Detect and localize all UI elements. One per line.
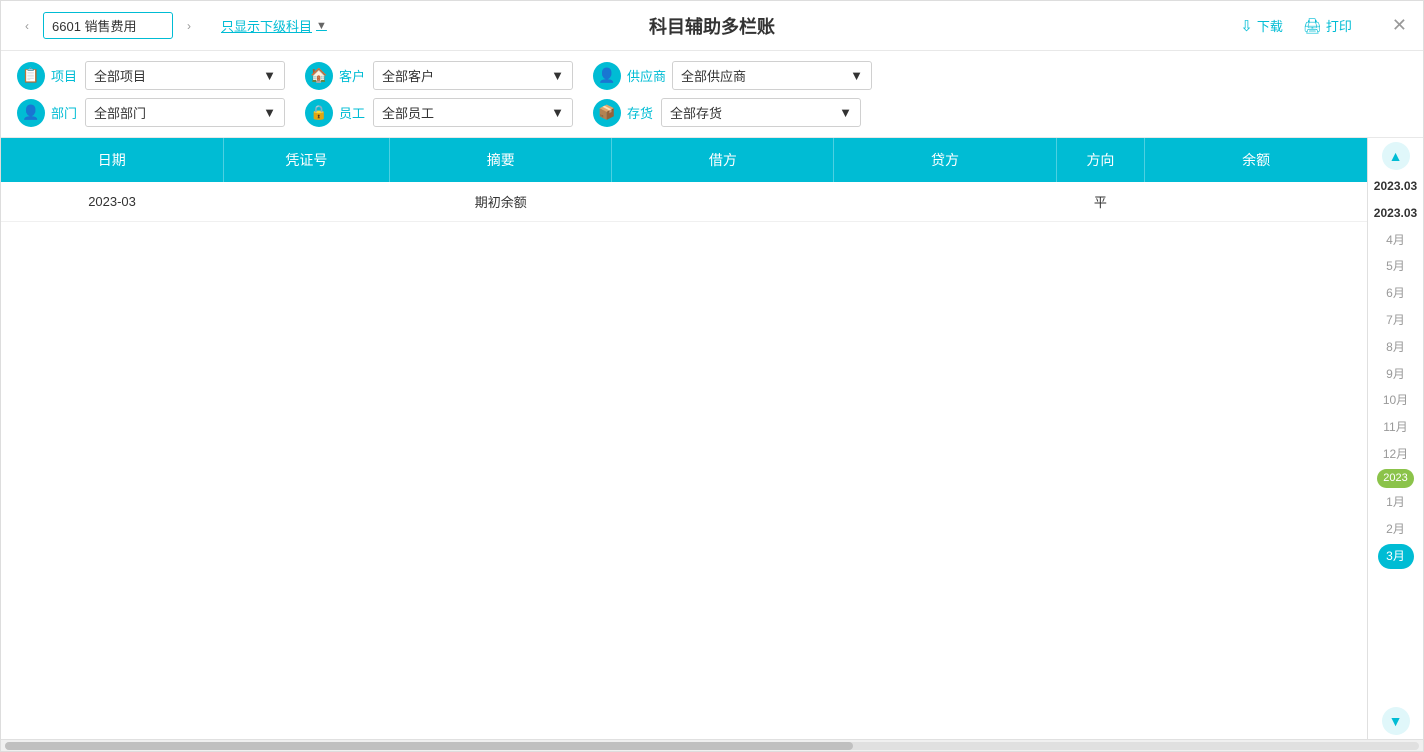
project-select[interactable]: 全部项目 ▼ [85,61,285,90]
supplier-select[interactable]: 全部供应商 ▼ [672,61,872,90]
employee-select-arrow: ▼ [551,105,564,120]
show-sub-filter[interactable]: 只显示下级科目 ▼ [221,16,327,35]
inventory-select-arrow: ▼ [839,105,852,120]
ledger-table: 日期 凭证号 摘要 借方 贷方 方向 余额 2023-03 期初余额 平 [1,138,1367,222]
filter-department: 👤 部门 全部部门 ▼ [17,98,285,127]
customer-icon: 🏠 [305,62,333,90]
table-main: 日期 凭证号 摘要 借方 贷方 方向 余额 2023-03 期初余额 平 [1,138,1367,739]
department-icon: 👤 [17,99,45,127]
timeline-month[interactable]: 7月 [1368,308,1423,333]
timeline-active-month[interactable]: 3月 [1378,544,1414,569]
filter-supplier: 👤 供应商 全部供应商 ▼ [593,61,872,90]
project-label: 项目 [51,66,79,85]
timeline-selected-period[interactable]: 2023.03 [1368,174,1423,199]
department-select[interactable]: 全部部门 ▼ [85,98,285,127]
scroll-track [5,742,1419,750]
inventory-icon: 📦 [593,99,621,127]
account-nav: ‹ 6601 销售费用 › 只显示下级科目 ▼ [17,12,327,39]
main-window: ‹ 6601 销售费用 › 只显示下级科目 ▼ 科目辅助多栏账 ⇩ 下载 🖨 打… [0,0,1424,752]
timeline-month[interactable]: 9月 [1368,362,1423,387]
project-icon: 📋 [17,62,45,90]
cell-voucher [223,182,390,222]
supplier-label: 供应商 [627,66,666,85]
department-select-arrow: ▼ [263,105,276,120]
cell-balance [1145,182,1367,222]
table-area: 日期 凭证号 摘要 借方 贷方 方向 余额 2023-03 期初余额 平 [1,138,1423,739]
timeline-down-arrow[interactable]: ▼ [1382,707,1410,735]
supplier-icon: 👤 [593,62,621,90]
col-date: 日期 [1,138,223,182]
customer-select[interactable]: 全部客户 ▼ [373,61,573,90]
next-account-arrow[interactable]: › [179,16,199,36]
filter-customer: 🏠 客户 全部客户 ▼ [305,61,573,90]
top-bar: ‹ 6601 销售费用 › 只显示下级科目 ▼ 科目辅助多栏账 ⇩ 下载 🖨 打… [1,1,1423,51]
filter-employee: 🔒 员工 全部员工 ▼ [305,98,573,127]
scroll-thumb [5,742,853,750]
col-direction: 方向 [1056,138,1145,182]
account-name-field[interactable]: 6601 销售费用 [43,12,173,39]
col-credit: 贷方 [834,138,1056,182]
inventory-label: 存货 [627,103,655,122]
cell-credit [834,182,1056,222]
customer-select-arrow: ▼ [551,68,564,83]
page-title: 科目辅助多栏账 [649,13,775,39]
timeline-selected-period[interactable]: 2023.03 [1368,201,1423,226]
col-debit: 借方 [612,138,834,182]
timeline-month[interactable]: 1月 [1368,490,1423,515]
filter-row-2: 👤 部门 全部部门 ▼ 🔒 员工 全部员工 ▼ 📦 存货 [17,98,1407,127]
print-button[interactable]: 🖨 打印 [1303,16,1352,35]
employee-select[interactable]: 全部员工 ▼ [373,98,573,127]
print-icon: 🖨 [1303,17,1322,35]
timeline-month[interactable]: 6月 [1368,281,1423,306]
inventory-select[interactable]: 全部存货 ▼ [661,98,861,127]
employee-label: 员工 [339,103,367,122]
download-button[interactable]: ⇩ 下载 [1240,16,1283,35]
supplier-select-arrow: ▼ [850,68,863,83]
filter-bar: 📋 项目 全部项目 ▼ 🏠 客户 全部客户 ▼ 👤 供应商 [1,51,1423,138]
bottom-scrollbar[interactable] [1,739,1423,751]
timeline-month[interactable]: 12月 [1368,442,1423,467]
top-actions: ⇩ 下载 🖨 打印 ✕ [1240,15,1407,36]
col-balance: 余额 [1145,138,1367,182]
project-select-arrow: ▼ [263,68,276,83]
cell-date: 2023-03 [1,182,223,222]
employee-icon: 🔒 [305,99,333,127]
timeline-up-arrow[interactable]: ▲ [1382,142,1410,170]
timeline-month[interactable]: 8月 [1368,335,1423,360]
cell-direction: 平 [1056,182,1145,222]
col-summary: 摘要 [390,138,612,182]
table-row[interactable]: 2023-03 期初余额 平 [1,182,1367,222]
timeline-month[interactable]: 5月 [1368,254,1423,279]
close-button[interactable]: ✕ [1392,15,1407,36]
col-voucher: 凭证号 [223,138,390,182]
timeline-month[interactable]: 4月 [1368,228,1423,253]
filter-inventory: 📦 存货 全部存货 ▼ [593,98,861,127]
cell-debit [612,182,834,222]
filter-row-1: 📋 项目 全部项目 ▼ 🏠 客户 全部客户 ▼ 👤 供应商 [17,61,1407,90]
timeline-month[interactable]: 11月 [1368,415,1423,440]
timeline-year-badge[interactable]: 2023 [1377,469,1413,488]
timeline-panel: ▲ 2023.032023.034月5月6月7月8月9月10月11月12月202… [1367,138,1423,739]
filter-project: 📋 项目 全部项目 ▼ [17,61,285,90]
timeline-month[interactable]: 10月 [1368,388,1423,413]
timeline-items: 2023.032023.034月5月6月7月8月9月10月11月12月20231… [1368,174,1423,703]
filter-dropdown-arrow: ▼ [316,20,327,32]
customer-label: 客户 [339,66,367,85]
timeline-month[interactable]: 2月 [1368,517,1423,542]
prev-account-arrow[interactable]: ‹ [17,16,37,36]
download-icon: ⇩ [1240,17,1253,35]
department-label: 部门 [51,103,79,122]
cell-summary: 期初余额 [390,182,612,222]
